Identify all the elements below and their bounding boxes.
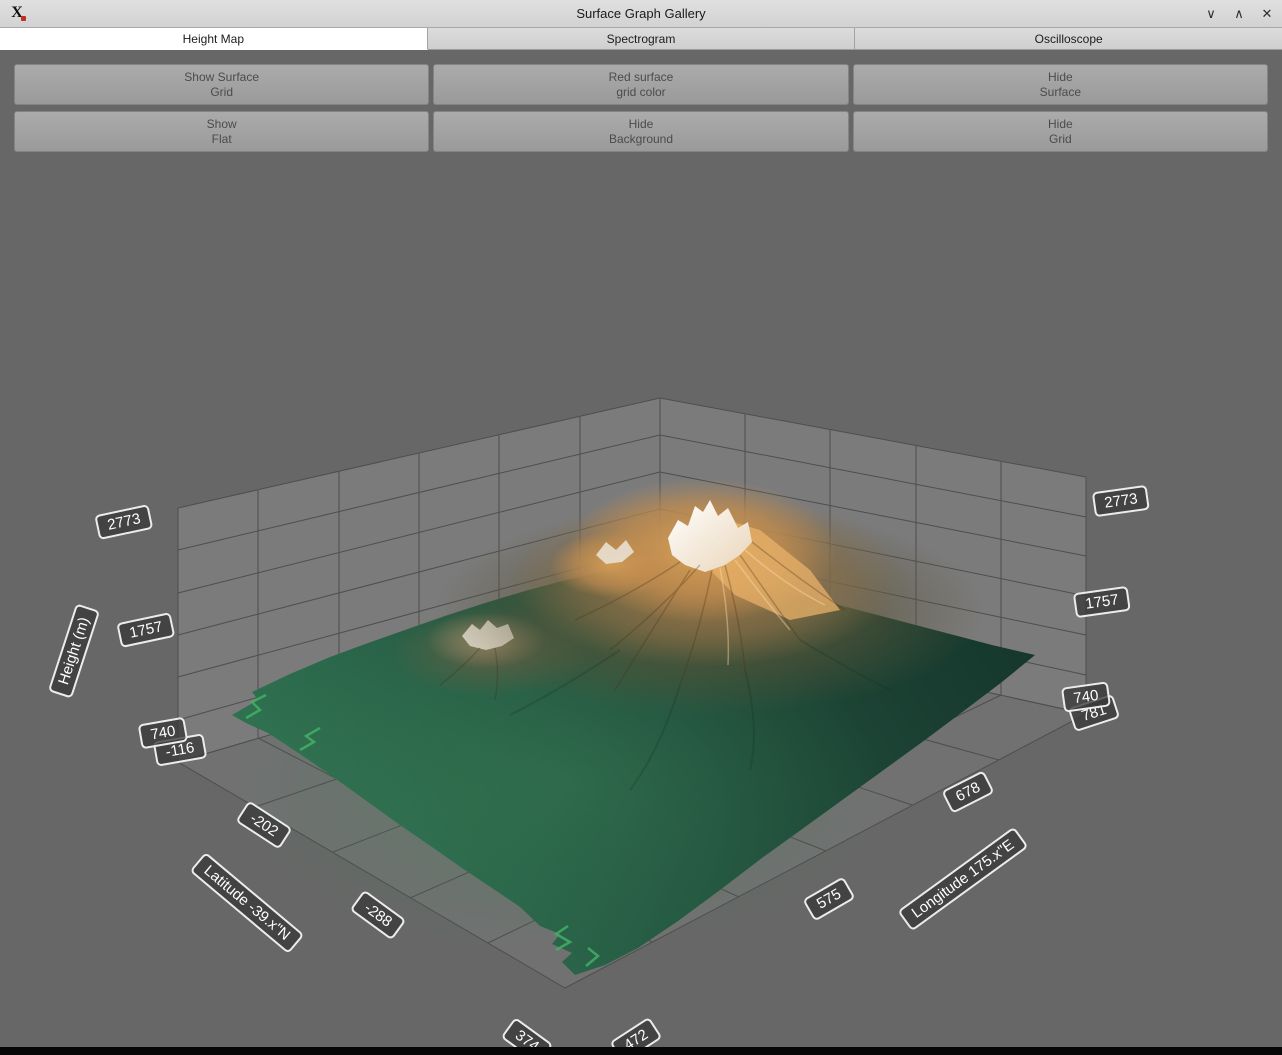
bottom-strip (0, 1047, 1282, 1055)
tab-height-map[interactable]: Height Map (0, 28, 428, 50)
button-label: grid color (616, 85, 665, 100)
button-label: Show Surface (184, 70, 259, 85)
show-flat-button[interactable]: Show Flat (14, 111, 429, 152)
window-title: Surface Graph Gallery (0, 6, 1282, 21)
hide-background-button[interactable]: Hide Background (433, 111, 848, 152)
toolbar: Show Surface Grid Red surface grid color… (14, 64, 1268, 152)
titlebar[interactable]: X Surface Graph Gallery ∨ ∧ ✕ (0, 0, 1282, 28)
tab-bar: Height Map Spectrogram Oscilloscope (0, 28, 1282, 50)
button-label: Show (207, 117, 237, 132)
surface-chart[interactable]: -116 2773 1757 740 Height (m) 781 2773 1… (0, 50, 1282, 1055)
button-label: Grid (210, 85, 233, 100)
shade-icon[interactable]: ∨ (1202, 0, 1220, 28)
button-label: Hide (1048, 70, 1073, 85)
button-label: Hide (1048, 117, 1073, 132)
content-area: -116 2773 1757 740 Height (m) 781 2773 1… (0, 50, 1282, 1055)
button-label: Surface (1040, 85, 1081, 100)
hide-surface-button[interactable]: Hide Surface (853, 64, 1268, 105)
tab-oscilloscope[interactable]: Oscilloscope (855, 28, 1282, 50)
hide-grid-button[interactable]: Hide Grid (853, 111, 1268, 152)
close-icon[interactable]: ✕ (1258, 0, 1276, 28)
tab-spectrogram[interactable]: Spectrogram (428, 28, 856, 50)
window-controls: ∨ ∧ ✕ (1202, 0, 1276, 28)
terrain-canvas (0, 50, 1282, 1055)
app-window: X Surface Graph Gallery ∨ ∧ ✕ Height Map… (0, 0, 1282, 1055)
surface-grid-color-button[interactable]: Red surface grid color (433, 64, 848, 105)
button-label: Flat (212, 132, 232, 147)
button-label: Grid (1049, 132, 1072, 147)
maximize-icon[interactable]: ∧ (1230, 0, 1248, 28)
toggle-surface-grid-button[interactable]: Show Surface Grid (14, 64, 429, 105)
button-label: Background (609, 132, 673, 147)
button-label: Red surface (609, 70, 674, 85)
button-label: Hide (629, 117, 654, 132)
